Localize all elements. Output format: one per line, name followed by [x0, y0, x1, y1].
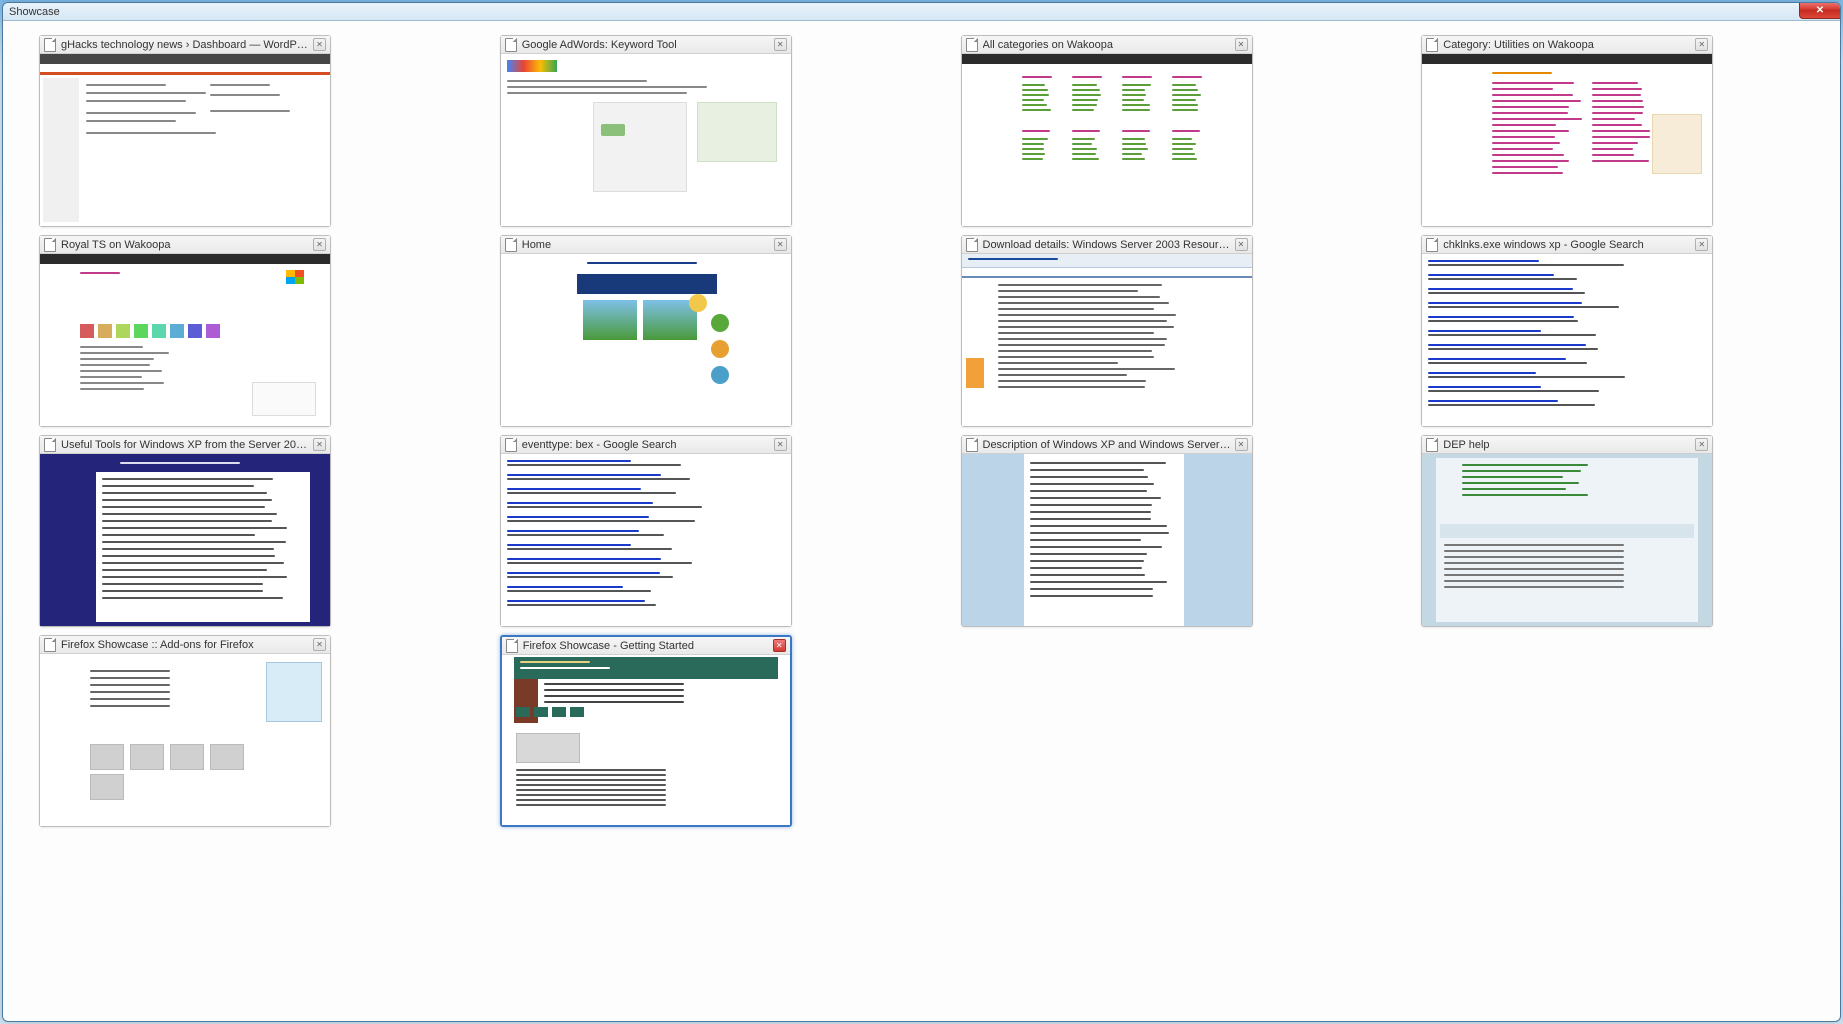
thumbnail-preview	[40, 54, 330, 226]
tab-thumbnail[interactable]: All categories on Wakoopa✕	[961, 35, 1253, 227]
thumbnail-title: Description of Windows XP and Windows Se…	[983, 439, 1232, 451]
thumbnail-title: chklnks.exe windows xp - Google Search	[1443, 239, 1692, 251]
tab-thumbnail[interactable]: Category: Utilities on Wakoopa✕	[1421, 35, 1713, 227]
thumbnail-close-button[interactable]: ✕	[313, 438, 326, 451]
thumbnail-preview	[962, 54, 1252, 226]
page-icon	[966, 438, 978, 452]
titlebar: Showcase ✕	[3, 3, 1840, 21]
thumbnail-title: Google AdWords: Keyword Tool	[522, 39, 771, 51]
thumbnail-header: All categories on Wakoopa✕	[962, 36, 1252, 54]
thumbnail-title: Useful Tools for Windows XP from the Ser…	[61, 439, 310, 451]
tab-thumbnail[interactable]: DEP help✕	[1421, 435, 1713, 627]
thumbnail-close-button[interactable]: ✕	[1235, 38, 1248, 51]
tab-thumbnail[interactable]: Firefox Showcase - Getting Started✕	[500, 635, 792, 827]
thumbnail-preview	[501, 454, 791, 626]
thumbnail-header: eventtype: bex - Google Search✕	[501, 436, 791, 454]
thumbnail-preview	[501, 254, 791, 426]
window-close-button[interactable]: ✕	[1799, 2, 1841, 19]
page-icon	[966, 38, 978, 52]
thumbnail-close-button[interactable]: ✕	[313, 238, 326, 251]
thumbnail-preview	[40, 654, 330, 826]
thumbnail-header: DEP help✕	[1422, 436, 1712, 454]
page-icon	[506, 639, 518, 653]
thumbnail-header: Firefox Showcase :: Add-ons for Firefox✕	[40, 636, 330, 654]
tab-thumbnail[interactable]: eventtype: bex - Google Search✕	[500, 435, 792, 627]
thumbnail-title: eventtype: bex - Google Search	[522, 439, 771, 451]
tab-thumbnail[interactable]: Description of Windows XP and Windows Se…	[961, 435, 1253, 627]
thumbnail-close-button[interactable]: ✕	[774, 38, 787, 51]
thumbnail-header: Category: Utilities on Wakoopa✕	[1422, 36, 1712, 54]
thumbnail-header: Google AdWords: Keyword Tool✕	[501, 36, 791, 54]
showcase-window: Showcase ✕ gHacks technology news › Dash…	[2, 2, 1841, 1022]
thumbnail-title: All categories on Wakoopa	[983, 39, 1232, 51]
page-icon	[1426, 438, 1438, 452]
thumbnail-title: Royal TS on Wakoopa	[61, 239, 310, 251]
thumbnail-close-button[interactable]: ✕	[313, 38, 326, 51]
thumbnail-preview	[962, 254, 1252, 426]
page-icon	[966, 238, 978, 252]
thumbnail-title: Firefox Showcase - Getting Started	[523, 640, 770, 652]
thumbnail-close-button[interactable]: ✕	[1695, 38, 1708, 51]
page-icon	[505, 438, 517, 452]
thumbnail-close-button[interactable]: ✕	[313, 638, 326, 651]
tab-thumbnail[interactable]: chklnks.exe windows xp - Google Search✕	[1421, 235, 1713, 427]
thumbnail-title: gHacks technology news › Dashboard — Wor…	[61, 39, 310, 51]
thumbnail-preview	[40, 454, 330, 626]
thumbnail-header: Description of Windows XP and Windows Se…	[962, 436, 1252, 454]
thumbnail-title: Download details: Windows Server 2003 Re…	[983, 239, 1232, 251]
thumbnail-preview	[501, 54, 791, 226]
tab-thumbnail[interactable]: Useful Tools for Windows XP from the Ser…	[39, 435, 331, 627]
thumbnail-title: Firefox Showcase :: Add-ons for Firefox	[61, 639, 310, 651]
page-icon	[505, 238, 517, 252]
thumbnail-preview	[1422, 54, 1712, 226]
page-icon	[44, 38, 56, 52]
tab-thumbnail[interactable]: Download details: Windows Server 2003 Re…	[961, 235, 1253, 427]
page-icon	[1426, 238, 1438, 252]
thumbnail-preview	[1422, 254, 1712, 426]
thumbnail-close-button[interactable]: ✕	[774, 438, 787, 451]
thumbnail-close-button[interactable]: ✕	[1235, 438, 1248, 451]
page-icon	[44, 638, 56, 652]
thumbnail-header: Download details: Windows Server 2003 Re…	[962, 236, 1252, 254]
tab-thumbnail[interactable]: Google AdWords: Keyword Tool✕	[500, 35, 792, 227]
thumbnail-header: Useful Tools for Windows XP from the Ser…	[40, 436, 330, 454]
thumbnail-close-button[interactable]: ✕	[774, 238, 787, 251]
thumbnail-title: Category: Utilities on Wakoopa	[1443, 39, 1692, 51]
thumbnail-title: DEP help	[1443, 439, 1692, 451]
window-title: Showcase	[7, 6, 1836, 18]
page-icon	[44, 238, 56, 252]
thumbnail-close-button[interactable]: ✕	[1695, 438, 1708, 451]
page-icon	[505, 38, 517, 52]
thumbnail-close-button[interactable]: ✕	[773, 639, 786, 652]
thumbnail-header: Royal TS on Wakoopa✕	[40, 236, 330, 254]
page-icon	[1426, 38, 1438, 52]
tab-thumbnail[interactable]: Firefox Showcase :: Add-ons for Firefox✕	[39, 635, 331, 827]
thumbnail-header: chklnks.exe windows xp - Google Search✕	[1422, 236, 1712, 254]
thumbnail-grid: gHacks technology news › Dashboard — Wor…	[3, 21, 1840, 1021]
tab-thumbnail[interactable]: Home✕	[500, 235, 792, 427]
thumbnail-preview	[962, 454, 1252, 626]
thumbnail-header: Firefox Showcase - Getting Started✕	[502, 637, 790, 655]
thumbnail-header: Home✕	[501, 236, 791, 254]
page-icon	[44, 438, 56, 452]
thumbnail-preview	[502, 655, 790, 825]
thumbnail-preview	[1422, 454, 1712, 626]
thumbnail-header: gHacks technology news › Dashboard — Wor…	[40, 36, 330, 54]
tab-thumbnail[interactable]: gHacks technology news › Dashboard — Wor…	[39, 35, 331, 227]
thumbnail-close-button[interactable]: ✕	[1695, 238, 1708, 251]
thumbnail-preview	[40, 254, 330, 426]
thumbnail-title: Home	[522, 239, 771, 251]
tab-thumbnail[interactable]: Royal TS on Wakoopa✕	[39, 235, 331, 427]
thumbnail-close-button[interactable]: ✕	[1235, 238, 1248, 251]
